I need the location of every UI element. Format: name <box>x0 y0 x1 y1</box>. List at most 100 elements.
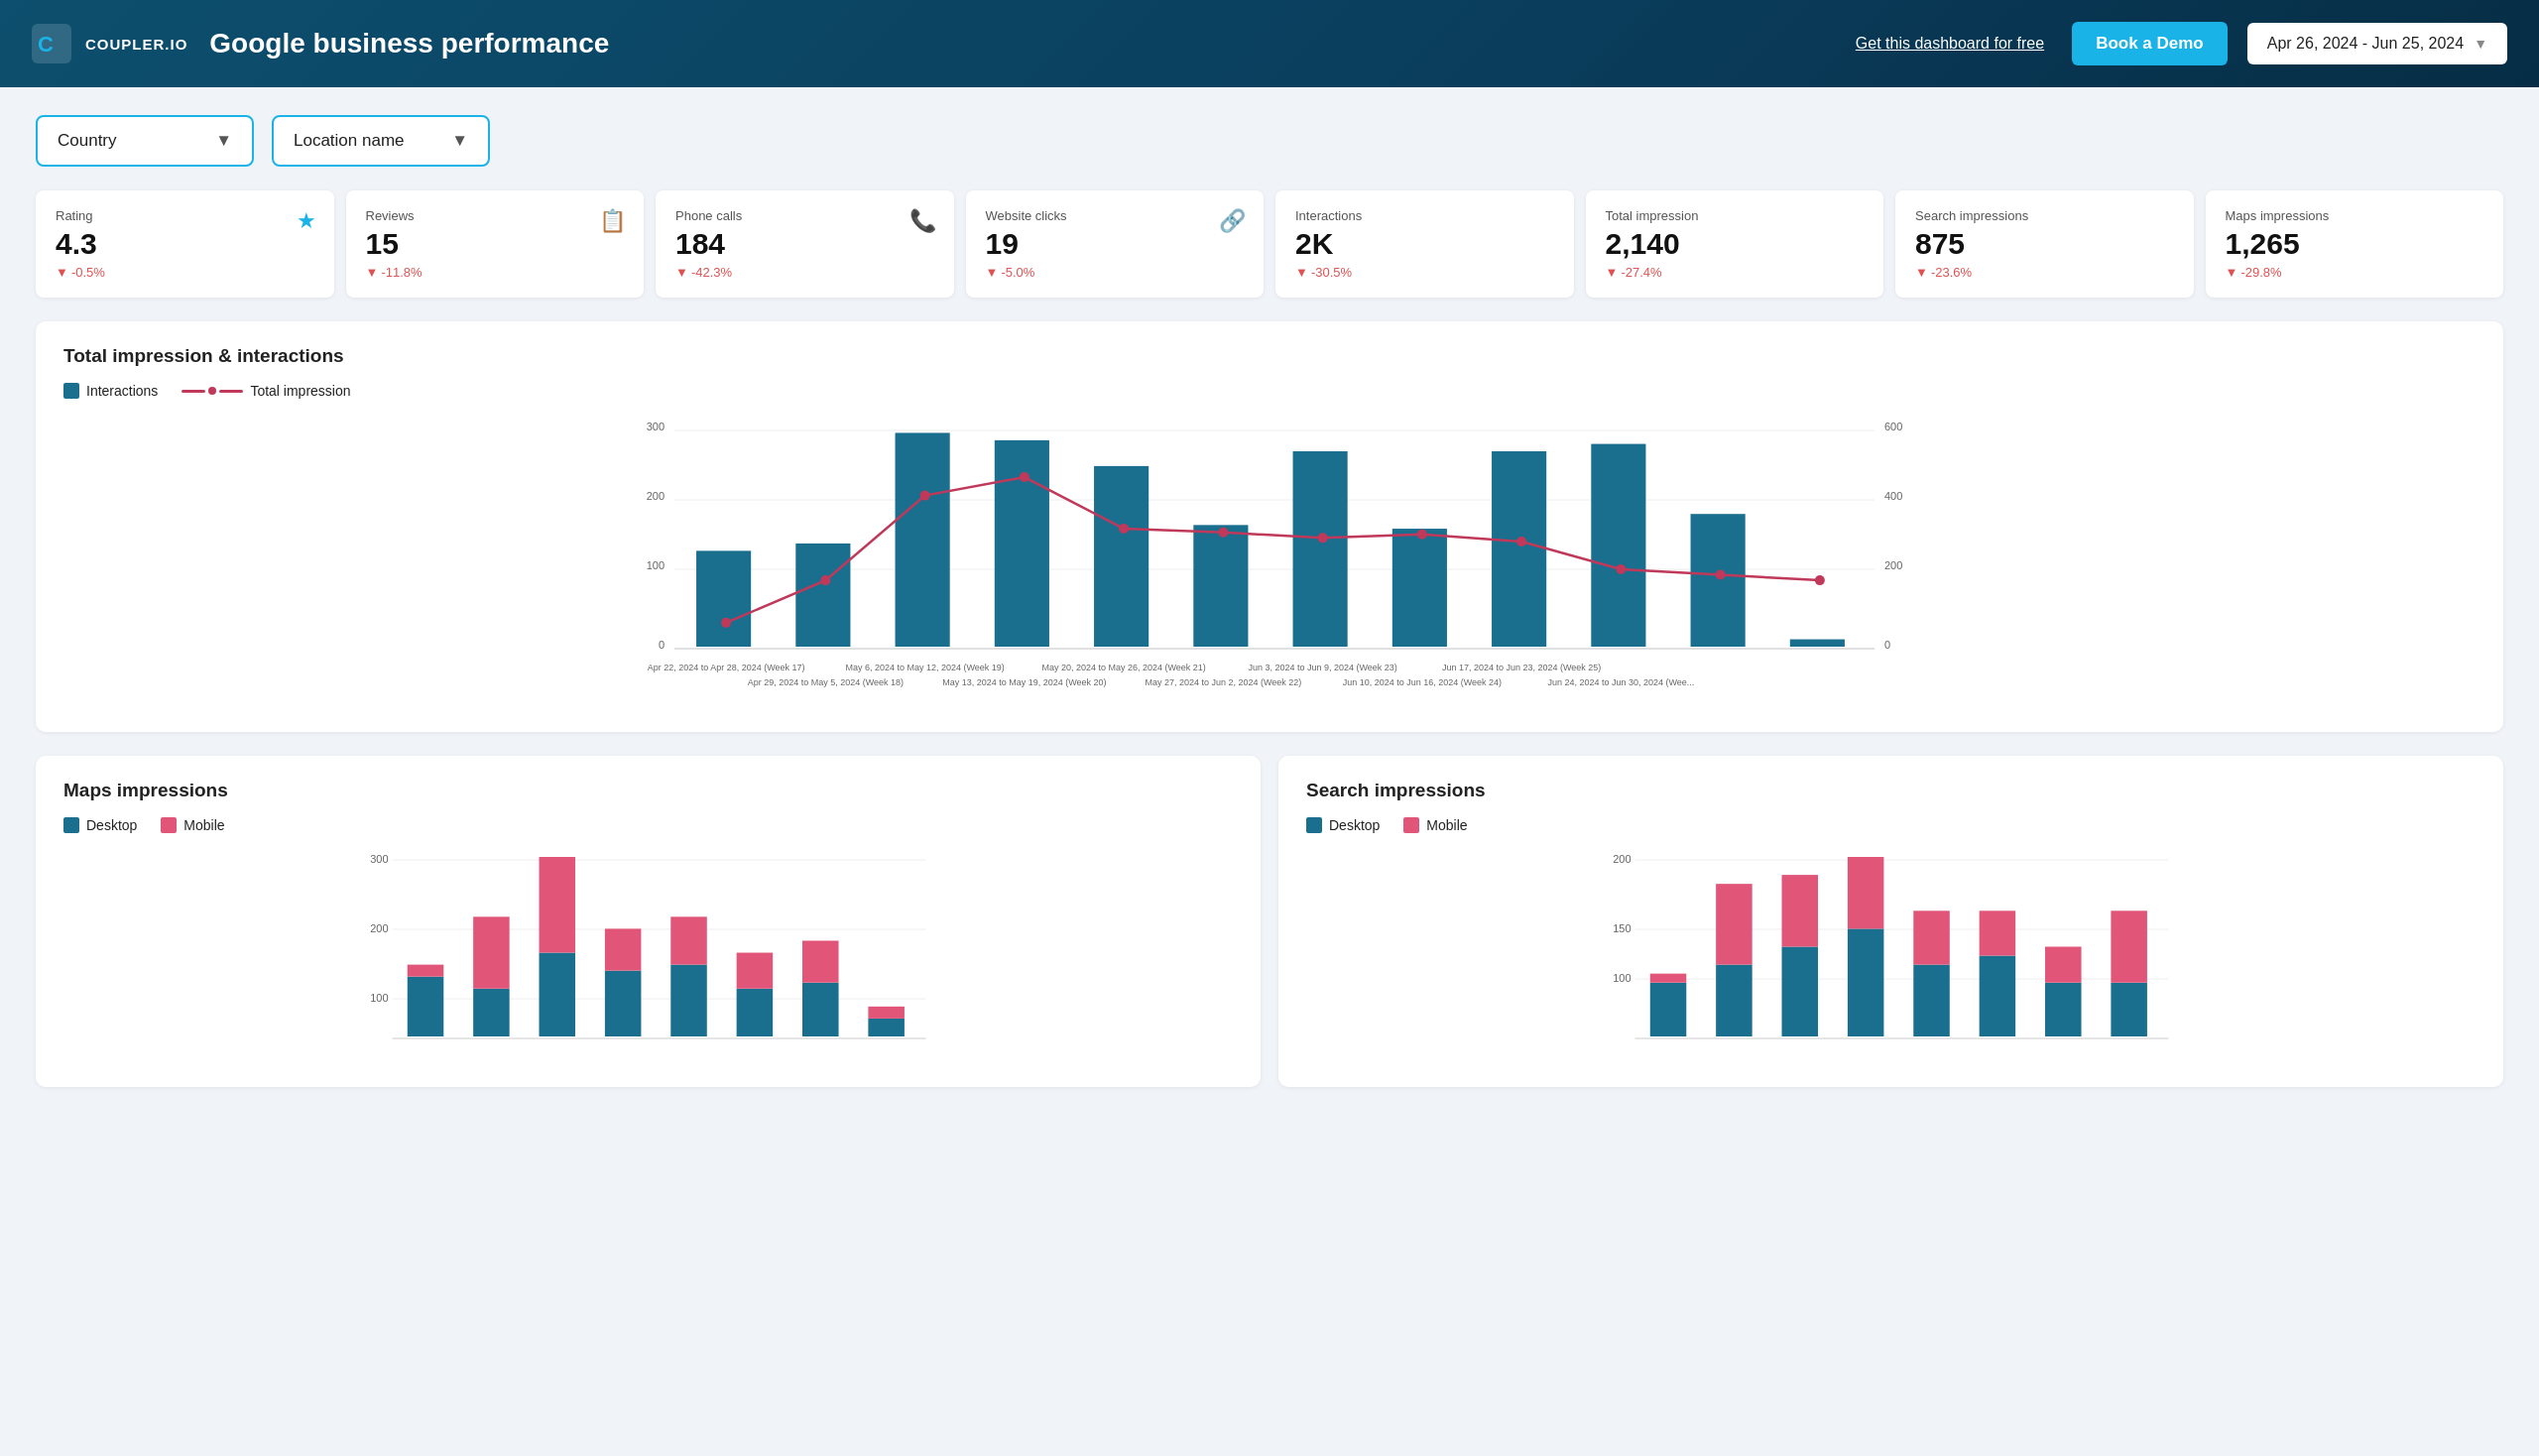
bar-9 <box>1591 444 1645 647</box>
kpi-arrow-interactions: ▼ <box>1295 265 1308 280</box>
svg-text:C: C <box>38 32 54 57</box>
kpi-card-website_clicks: Website clicks 🔗 19 ▼ -5.0% <box>966 190 1265 298</box>
maps-desktop-bar-7 <box>868 1019 905 1036</box>
kpi-icon-phone_calls: 📞 <box>909 208 936 234</box>
date-range-label: Apr 26, 2024 - Jun 25, 2024 <box>2267 35 2464 53</box>
svg-text:200: 200 <box>1884 559 1902 571</box>
search-mobile-bar-6 <box>2045 947 2082 983</box>
kpi-icon-website_clicks: 🔗 <box>1219 208 1246 234</box>
search-desktop-bar-0 <box>1650 983 1687 1036</box>
search-mobile-bar-5 <box>1980 910 2016 955</box>
kpi-value-interactions: 2K <box>1295 227 1554 261</box>
maps-mobile-bar-1 <box>473 916 510 988</box>
kpi-value-phone_calls: 184 <box>675 227 934 261</box>
svg-text:150: 150 <box>1613 922 1631 934</box>
line-dot-7 <box>1417 530 1427 540</box>
get-dashboard-link[interactable]: Get this dashboard for free <box>1856 35 2044 53</box>
search-impressions-panel: Search impressions Desktop Mobile 200 15… <box>1278 756 2503 1087</box>
legend-total-impression: Total impression <box>181 383 350 399</box>
kpi-change-phone_calls: ▼ -42.3% <box>675 265 934 280</box>
legend-line-segment2 <box>219 390 243 393</box>
maps-mobile-bar-0 <box>408 965 444 977</box>
search-mobile-bar-0 <box>1650 974 1687 983</box>
kpi-arrow-total_impression: ▼ <box>1606 265 1619 280</box>
maps-chart-title: Maps impressions <box>63 780 1233 801</box>
search-mobile-bar-1 <box>1716 884 1753 964</box>
kpi-card-interactions: Interactions 2K ▼ -30.5% <box>1275 190 1574 298</box>
x-label-bot-0: Apr 29, 2024 to May 5, 2024 (Week 18) <box>748 677 904 687</box>
maps-impressions-svg: 300 200 100 <box>63 845 1233 1063</box>
maps-desktop-bar-6 <box>802 983 839 1036</box>
total-chart-title: Total impression & interactions <box>63 345 2476 367</box>
kpi-value-website_clicks: 19 <box>986 227 1245 261</box>
maps-mobile-bar-4 <box>670 916 707 964</box>
kpi-value-rating: 4.3 <box>56 227 314 261</box>
logo-text: COUPLER.IO <box>85 36 187 53</box>
search-desktop-bar-1 <box>1716 965 1753 1036</box>
legend-interactions-box <box>63 383 79 399</box>
svg-text:0: 0 <box>659 639 665 651</box>
legend-line-segment <box>181 390 205 393</box>
country-filter[interactable]: Country ▼ <box>36 115 254 167</box>
kpi-card-total_impression: Total impression 2,140 ▼ -27.4% <box>1586 190 1884 298</box>
maps-legend-desktop: Desktop <box>63 817 137 833</box>
svg-text:100: 100 <box>370 992 388 1004</box>
line-dot-5 <box>1218 528 1228 538</box>
bar-1 <box>795 544 850 647</box>
legend-interactions: Interactions <box>63 383 158 399</box>
search-legend-mobile: Mobile <box>1403 817 1467 833</box>
line-dot-9 <box>1616 564 1626 574</box>
svg-text:200: 200 <box>647 490 665 502</box>
kpi-label-website_clicks: Website clicks <box>986 208 1245 223</box>
kpi-label-reviews: Reviews <box>366 208 625 223</box>
chevron-down-icon: ▼ <box>451 131 468 151</box>
legend-interactions-label: Interactions <box>86 383 158 399</box>
x-label-top-4: Jun 17, 2024 to Jun 23, 2024 (Week 25) <box>1442 663 1601 672</box>
svg-text:300: 300 <box>370 853 388 865</box>
total-impression-line <box>726 477 1820 623</box>
svg-text:400: 400 <box>1884 490 1902 502</box>
maps-desktop-bar-3 <box>605 971 642 1036</box>
kpi-value-maps_impressions: 1,265 <box>2226 227 2484 261</box>
maps-mobile-label: Mobile <box>183 817 224 833</box>
maps-mobile-bar-3 <box>605 928 642 970</box>
search-mobile-bar-7 <box>2111 910 2147 982</box>
kpi-card-rating: Rating ★ 4.3 ▼ -0.5% <box>36 190 334 298</box>
kpi-label-search_impressions: Search impressions <box>1915 208 2174 223</box>
kpi-card-search_impressions: Search impressions 875 ▼ -23.6% <box>1895 190 2194 298</box>
page-title: Google business performance <box>209 28 609 60</box>
svg-text:100: 100 <box>1613 972 1631 984</box>
total-impression-chart-panel: Total impression & interactions Interact… <box>36 321 2503 732</box>
kpi-icon-reviews: 📋 <box>599 208 626 234</box>
search-legend-desktop: Desktop <box>1306 817 1380 833</box>
search-mobile-bar-2 <box>1782 875 1819 946</box>
main-content: Country ▼ Location name ▼ Rating ★ 4.3 ▼… <box>0 87 2539 1115</box>
kpi-change-reviews: ▼ -11.8% <box>366 265 625 280</box>
maps-desktop-bar-4 <box>670 965 707 1036</box>
maps-impressions-panel: Maps impressions Desktop Mobile 300 200 … <box>36 756 1261 1087</box>
maps-desktop-label: Desktop <box>86 817 137 833</box>
date-range-selector[interactable]: Apr 26, 2024 - Jun 25, 2024 ▼ <box>2247 23 2507 64</box>
kpi-card-maps_impressions: Maps impressions 1,265 ▼ -29.8% <box>2206 190 2504 298</box>
svg-text:200: 200 <box>370 922 388 934</box>
maps-desktop-box <box>63 817 79 833</box>
search-desktop-bar-7 <box>2111 983 2147 1036</box>
bar-11 <box>1790 640 1845 647</box>
country-label: Country <box>58 131 117 151</box>
bar-3 <box>995 440 1049 647</box>
x-label-bot-2: May 27, 2024 to Jun 2, 2024 (Week 22) <box>1145 677 1301 687</box>
location-filter[interactable]: Location name ▼ <box>272 115 490 167</box>
kpi-change-interactions: ▼ -30.5% <box>1295 265 1554 280</box>
kpi-card-reviews: Reviews 📋 15 ▼ -11.8% <box>346 190 645 298</box>
search-desktop-bar-5 <box>1980 956 2016 1036</box>
line-dot-1 <box>820 575 830 585</box>
bar-6 <box>1293 451 1348 647</box>
search-legend: Desktop Mobile <box>1306 817 2476 833</box>
book-demo-button[interactable]: Book a Demo <box>2072 22 2228 65</box>
search-desktop-bar-2 <box>1782 947 1819 1037</box>
maps-mobile-bar-7 <box>868 1007 905 1019</box>
maps-mobile-bar-5 <box>737 953 774 989</box>
bar-5 <box>1193 525 1248 647</box>
legend-dot <box>208 387 216 395</box>
kpi-icon-rating: ★ <box>297 208 316 234</box>
